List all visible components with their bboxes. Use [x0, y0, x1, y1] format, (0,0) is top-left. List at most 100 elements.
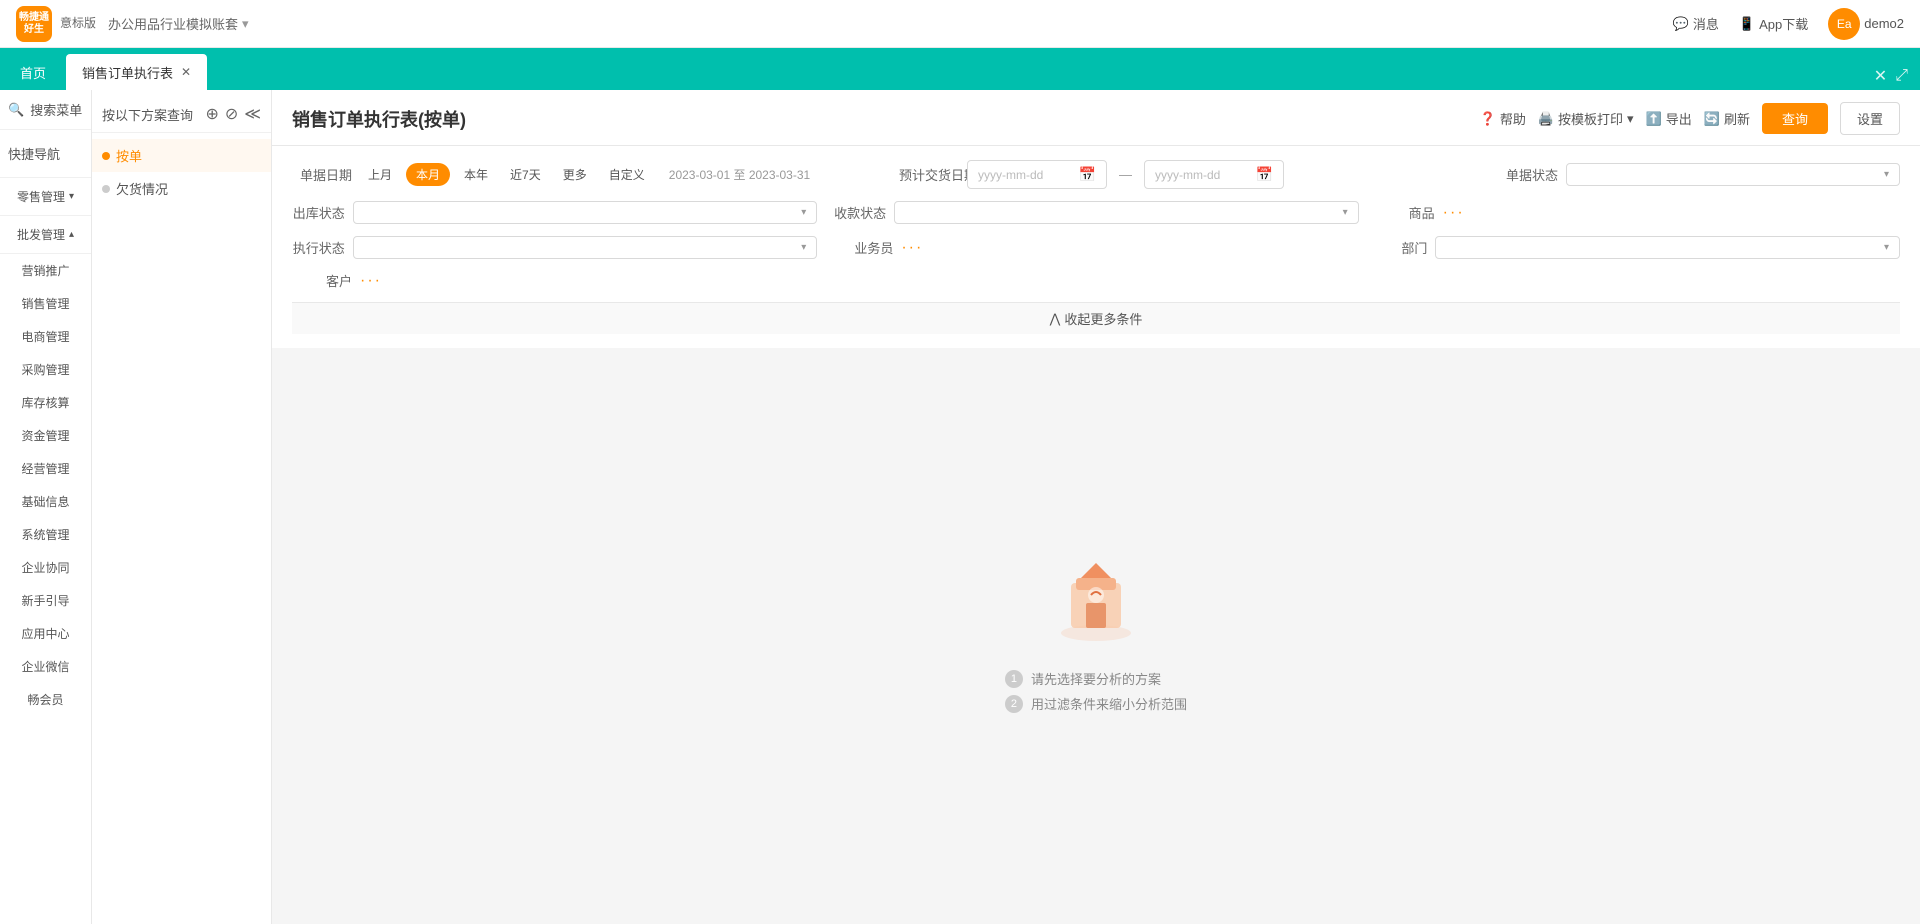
avatar: Ea — [1828, 8, 1860, 40]
user-name: demo2 — [1864, 16, 1904, 31]
date-tab-more[interactable]: 更多 — [555, 163, 595, 186]
refresh-icon: 🔄 — [1704, 111, 1720, 127]
payment-status-select[interactable]: ▾ — [894, 201, 1359, 224]
sidebar-search[interactable]: 🔍 搜索菜单 — [0, 90, 91, 130]
scheme-by-order[interactable]: 按单 — [92, 139, 271, 172]
settings-button[interactable]: 设置 — [1840, 102, 1900, 135]
sidebar-item-member[interactable]: 畅会员 — [0, 683, 91, 716]
sidebar-item-marketing[interactable]: 营销推广 — [0, 254, 91, 287]
empty-tip-2: 2 用过滤条件来缩小分析范围 — [1005, 694, 1187, 713]
newbie-label: 新手引导 — [21, 592, 69, 609]
left-panel-header: 按以下方案查询 ⊕ ⊘ ≪ — [92, 100, 271, 133]
sidebar-item-finance[interactable]: 资金管理 — [0, 419, 91, 452]
date-tab-lastmonth[interactable]: 上月 — [360, 163, 400, 186]
print-arrow-icon: ▾ — [1627, 111, 1634, 127]
goods-picker-button[interactable]: ··· — [1443, 204, 1465, 222]
tab-home[interactable]: 首页 — [4, 54, 62, 90]
refresh-button[interactable]: 🔄 刷新 — [1704, 109, 1750, 128]
data-area: 1 请先选择要分析的方案 2 用过滤条件来缩小分析范围 — [272, 348, 1920, 924]
add-scheme-button[interactable]: ⊕ — [205, 104, 218, 124]
scheme-debt[interactable]: 欠货情况 — [92, 172, 271, 205]
top-header: 畅捷通好生 意标版 办公用品行业模拟账套 ▾ 💬 消息 📱 App下载 Ea d… — [0, 0, 1920, 48]
help-label: 帮助 — [1500, 109, 1526, 128]
breadcrumb-arrow-icon: ▾ — [242, 16, 249, 32]
sidebar-item-wechat[interactable]: 企业微信 — [0, 650, 91, 683]
collapse-label: 收起更多条件 — [1064, 309, 1142, 328]
ecommerce-label: 电商管理 — [21, 328, 69, 345]
sidebar-search-label: 搜索菜单 — [30, 100, 82, 119]
date-tab-currentmonth[interactable]: 本月 — [406, 163, 450, 186]
expected-date-label: 预计交货日期 — [899, 165, 959, 184]
collapse-filters-button[interactable]: ⋀ 收起更多条件 — [292, 302, 1900, 334]
empty-illustration — [1046, 553, 1146, 653]
breadcrumb: 办公用品行业模拟账套 ▾ — [108, 14, 249, 33]
export-button[interactable]: ⬆️ 导出 — [1646, 109, 1692, 128]
salesperson-label: 业务员 — [833, 238, 893, 257]
status-select[interactable]: ▾ — [1566, 163, 1900, 186]
settings-scheme-button[interactable]: ⊘ — [225, 104, 238, 124]
sidebar-item-inventory[interactable]: 库存核算 — [0, 386, 91, 419]
tab-expand-icon[interactable]: ⤢ — [1895, 67, 1908, 85]
out-status-select[interactable]: ▾ — [353, 201, 818, 224]
sidebar-item-system[interactable]: 系统管理 — [0, 518, 91, 551]
sidebar-item-sales[interactable]: 销售管理 — [0, 287, 91, 320]
date-tab-currentyear[interactable]: 本年 — [456, 163, 496, 186]
expected-date-end[interactable]: yyyy-mm-dd 📅 — [1144, 160, 1284, 189]
dept-label: 部门 — [1375, 238, 1428, 257]
left-panel-title: 按以下方案查询 — [102, 105, 193, 124]
expected-date-start[interactable]: yyyy-mm-dd 📅 — [967, 160, 1107, 189]
logo-area: 畅捷通好生 意标版 — [16, 6, 96, 42]
user-area[interactable]: Ea demo2 — [1828, 8, 1904, 40]
enterprise-label: 企业协同 — [21, 559, 69, 576]
filter-goods: 商品 ··· — [1375, 203, 1900, 222]
collapse-panel-button[interactable]: ≪ — [244, 104, 261, 124]
sidebar-item-retail[interactable]: 零售管理 ▾ — [0, 182, 91, 211]
sidebar-item-purchase[interactable]: 采购管理 — [0, 353, 91, 386]
tab-close-icon[interactable]: ✕ — [181, 65, 191, 79]
tip-num-1: 1 — [1005, 670, 1023, 688]
page-header: 销售订单执行表(按单) ❓ 帮助 🖨️ 按模板打印 ▾ — [272, 90, 1920, 146]
sidebar-item-appcenter[interactable]: 应用中心 — [0, 617, 91, 650]
sidebar-item-newbie[interactable]: 新手引导 — [0, 584, 91, 617]
search-button[interactable]: 查询 — [1762, 103, 1828, 134]
print-label: 按模板打印 — [1558, 109, 1623, 128]
app-download-button[interactable]: 📱 App下载 — [1739, 14, 1808, 33]
scheme-debt-label: 欠货情况 — [116, 179, 168, 198]
sidebar-item-basic[interactable]: 基础信息 — [0, 485, 91, 518]
salesperson-picker-button[interactable]: ··· — [901, 239, 923, 257]
date-calendar-icon1: 📅 — [1079, 166, 1096, 183]
quick-nav-label: 快捷导航 — [8, 144, 60, 163]
scheme-dot-icon — [102, 152, 110, 160]
sidebar-item-wholesale[interactable]: 批发管理 ▴ — [0, 220, 91, 249]
purchase-label: 采购管理 — [21, 361, 69, 378]
finance-label: 资金管理 — [21, 427, 69, 444]
filter-date: 单据日期 上月 本月 本年 近7天 更多 自定义 2023-03-01 至 20… — [292, 163, 883, 186]
exec-status-select[interactable]: ▾ — [353, 236, 818, 259]
left-panel: 按以下方案查询 ⊕ ⊘ ≪ 按单 欠货情况 — [92, 90, 272, 924]
tab-close-window-icon[interactable]: ✕ — [1874, 66, 1887, 86]
expected-date-placeholder1: yyyy-mm-dd — [978, 168, 1073, 182]
status-arrow-icon: ▾ — [1884, 169, 1889, 180]
tab-sales-order[interactable]: 销售订单执行表 ✕ — [66, 54, 207, 90]
dept-select[interactable]: ▾ — [1435, 236, 1900, 259]
date-tab-last7[interactable]: 近7天 — [502, 163, 549, 186]
customer-picker-button[interactable]: ··· — [360, 272, 382, 290]
message-button[interactable]: 💬 消息 — [1673, 14, 1719, 33]
tab-sales-order-label: 销售订单执行表 — [82, 63, 173, 82]
sidebar-item-operations[interactable]: 经营管理 — [0, 452, 91, 485]
quick-nav-item[interactable]: 快捷导航 — [0, 138, 91, 169]
print-button[interactable]: 🖨️ 按模板打印 ▾ — [1538, 109, 1634, 128]
help-button[interactable]: ❓ 帮助 — [1480, 109, 1526, 128]
sidebar-item-enterprise[interactable]: 企业协同 — [0, 551, 91, 584]
page-title-row: 销售订单执行表(按单) ❓ 帮助 🖨️ 按模板打印 ▾ — [292, 102, 1900, 135]
exec-status-arrow-icon: ▾ — [801, 242, 806, 253]
app-download-label: App下载 — [1759, 14, 1808, 33]
date-tab-custom[interactable]: 自定义 — [601, 163, 653, 186]
sidebar-item-ecommerce[interactable]: 电商管理 — [0, 320, 91, 353]
search-icon: 🔍 — [8, 102, 24, 118]
date-calendar-icon2: 📅 — [1256, 166, 1273, 183]
date-filter-group: 上月 本月 本年 近7天 更多 自定义 — [360, 163, 653, 186]
filter-payment-status: 收款状态 ▾ — [833, 201, 1358, 224]
out-status-label: 出库状态 — [292, 203, 345, 222]
filter-row-4: 客户 ··· — [292, 271, 1900, 290]
